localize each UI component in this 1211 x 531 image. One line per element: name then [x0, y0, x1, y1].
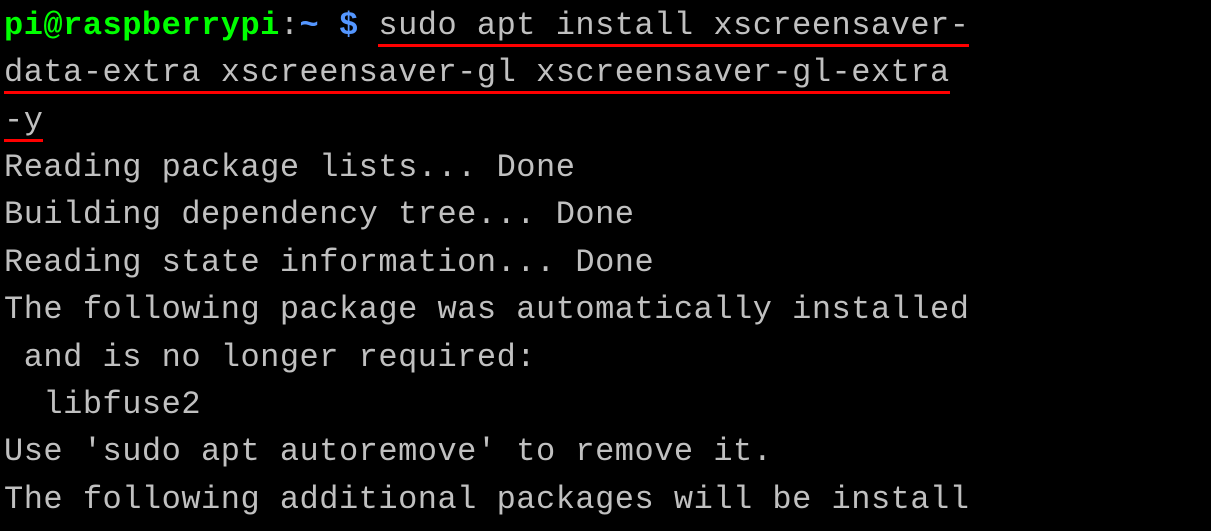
command-line-2: data-extra xscreensaver-gl xscreensaver-… — [4, 54, 950, 94]
prompt-separator: : — [280, 7, 300, 44]
output-line-4: The following package was automatically … — [4, 286, 1207, 333]
command-line-1: sudo apt install xscreensaver- — [378, 7, 969, 47]
prompt-user-host: pi@raspberrypi — [4, 7, 280, 44]
output-line-1: Reading package lists... Done — [4, 144, 1207, 191]
prompt-dollar: $ — [319, 7, 378, 44]
output-line-5: and is no longer required: — [4, 334, 1207, 381]
terminal-output[interactable]: pi@raspberrypi:~ $ sudo apt install xscr… — [4, 2, 1207, 523]
output-line-6: libfuse2 — [4, 381, 1207, 428]
prompt-path: ~ — [300, 7, 320, 44]
output-line-8: The following additional packages will b… — [4, 476, 1207, 523]
output-line-2: Building dependency tree... Done — [4, 191, 1207, 238]
command-line-3: -y — [4, 102, 43, 142]
output-line-7: Use 'sudo apt autoremove' to remove it. — [4, 428, 1207, 475]
output-line-3: Reading state information... Done — [4, 239, 1207, 286]
